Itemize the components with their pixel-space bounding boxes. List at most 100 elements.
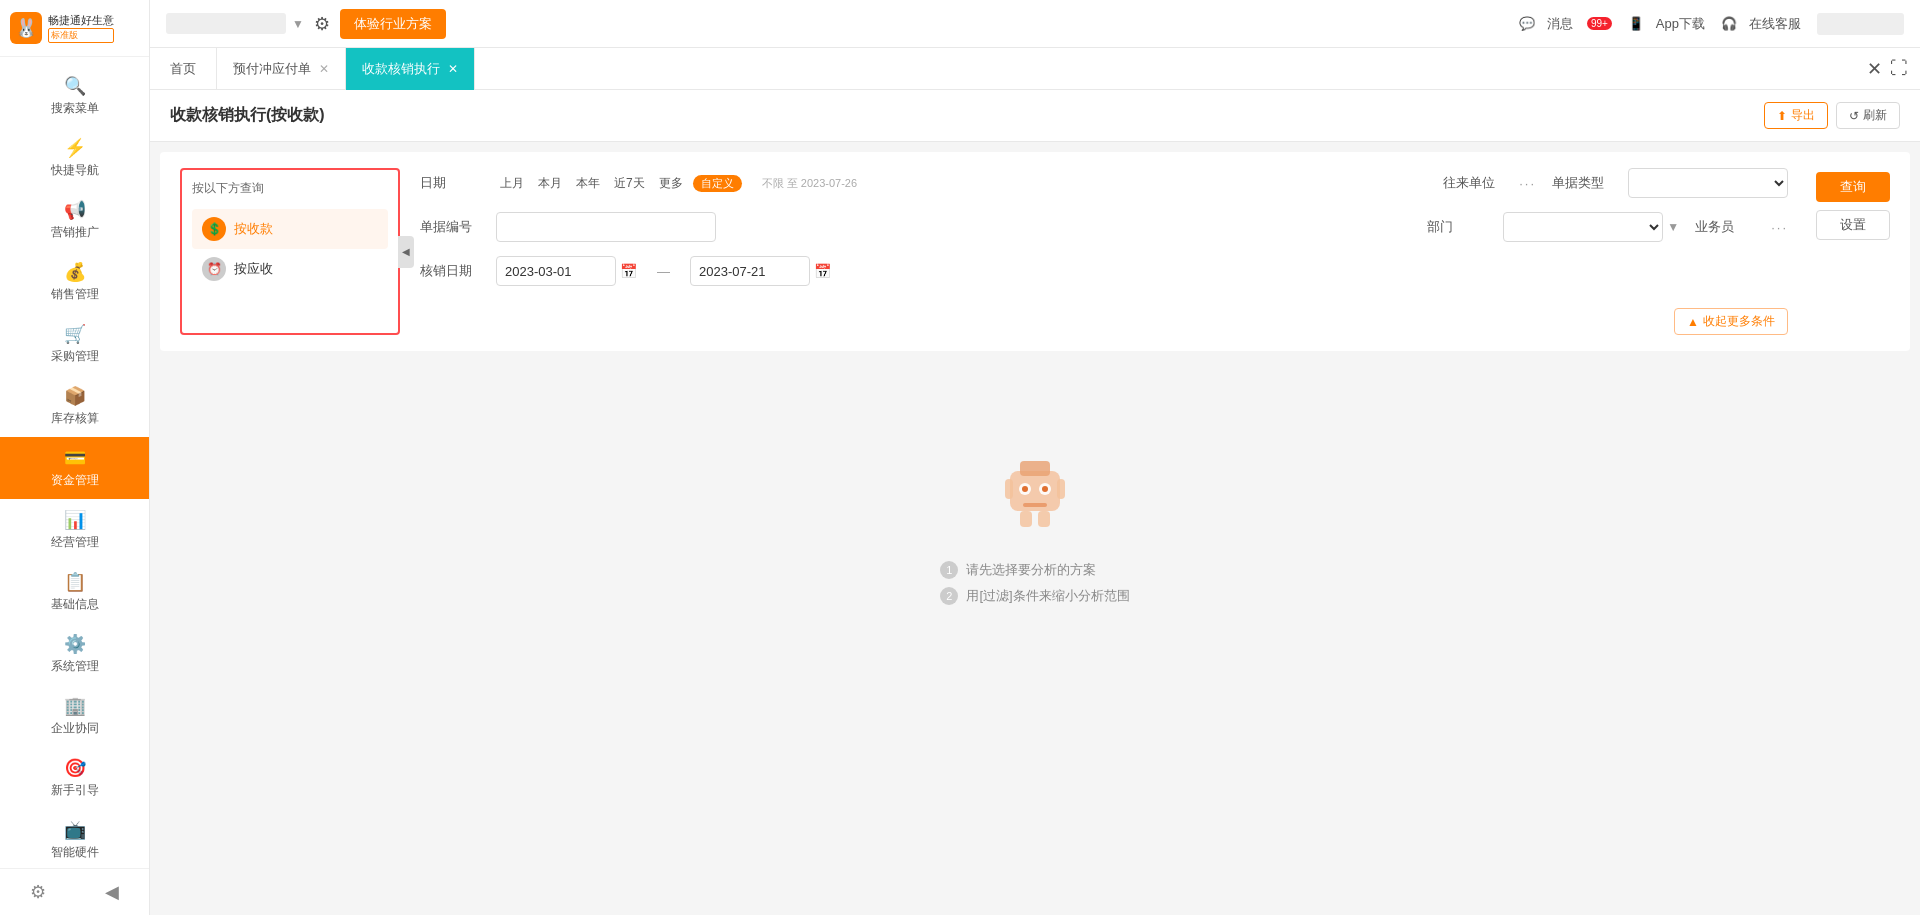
sidebar: 🐰 畅捷通好生意 标准版 🔍 搜索菜单 ⚡ 快捷导航 📢 营销推广 💰 销售管理… [0, 0, 150, 915]
message-area[interactable]: 💬 消息 99+ [1519, 15, 1612, 33]
header-left: ▼ ⚙ 体验行业方案 [166, 9, 446, 39]
sidebar-item-inventory[interactable]: 📦 库存核算 [0, 375, 149, 437]
top-header: ▼ ⚙ 体验行业方案 💬 消息 99+ 📱 App下载 🎧 在线客服 [150, 0, 1920, 48]
export-button[interactable]: ⬆ 导出 [1764, 102, 1828, 129]
app-download-area[interactable]: 📱 App下载 [1628, 15, 1705, 33]
app-icon: 📱 [1628, 16, 1644, 31]
refresh-button[interactable]: ↺ 刷新 [1836, 102, 1900, 129]
industry-solution-btn[interactable]: 体验行业方案 [340, 9, 446, 39]
settings-button[interactable]: 设置 [1816, 210, 1890, 240]
sidebar-logo: 🐰 畅捷通好生意 标准版 [0, 0, 149, 57]
date-hint: 不限 至 2023-07-26 [762, 176, 857, 191]
sidebar-item-label: 营销推广 [51, 224, 99, 241]
refresh-label: 刷新 [1863, 107, 1887, 124]
tab-prepay[interactable]: 预付冲应付单 ✕ [217, 48, 346, 90]
verify-date-end-input[interactable] [690, 256, 810, 286]
dept-label: 部门 [1427, 218, 1487, 236]
page-title-bar: 收款核销执行(按收款) ⬆ 导出 ↺ 刷新 [150, 90, 1920, 142]
logo-text: 畅捷通好生意 [48, 13, 114, 27]
page-body: 收款核销执行(按收款) ⬆ 导出 ↺ 刷新 按以下方查询 💲 按收款 [150, 90, 1920, 915]
main-content: ▼ ⚙ 体验行业方案 💬 消息 99+ 📱 App下载 🎧 在线客服 [150, 0, 1920, 915]
chevron-down-icon[interactable]: ▼ [292, 17, 304, 31]
date-this-year[interactable]: 本年 [572, 173, 604, 194]
sidebar-item-quick-nav[interactable]: ⚡ 快捷导航 [0, 127, 149, 189]
message-icon: 💬 [1519, 16, 1535, 31]
dept-select[interactable] [1503, 212, 1663, 242]
expand-window-btn[interactable]: ⛶ [1890, 58, 1908, 79]
sidebar-collapse-btn[interactable]: ◀ [105, 881, 119, 903]
query-type-by-receivable[interactable]: ⏰ 按应收 [192, 249, 388, 289]
sidebar-menu: 🔍 搜索菜单 ⚡ 快捷导航 📢 营销推广 💰 销售管理 🛒 采购管理 📦 库存核… [0, 57, 149, 868]
company-placeholder[interactable] [166, 13, 286, 34]
doc-type-label: 单据类型 [1552, 174, 1612, 192]
sidebar-item-basic-info[interactable]: 📋 基础信息 [0, 561, 149, 623]
message-badge: 99+ [1587, 17, 1612, 30]
filter-row-3: 核销日期 📅 — 📅 [420, 256, 1788, 286]
query-button[interactable]: 查询 [1816, 172, 1890, 202]
date-last-7-days[interactable]: 近7天 [610, 173, 649, 194]
panel-collapse-btn[interactable]: ◀ [398, 236, 414, 268]
logo-icon: 🐰 [10, 12, 42, 44]
header-gear-icon[interactable]: ⚙ [314, 13, 330, 35]
query-type-by-receipt[interactable]: 💲 按收款 [192, 209, 388, 249]
close-receipts-tab[interactable]: ✕ [448, 62, 458, 76]
empty-state: 1 请先选择要分析的方案 2 用[过滤]条件来缩小分析范围 [160, 361, 1910, 685]
sidebar-item-label: 系统管理 [51, 658, 99, 675]
date-this-month[interactable]: 本月 [534, 173, 566, 194]
doc-number-input[interactable] [496, 212, 716, 242]
sidebar-item-enterprise[interactable]: 🏢 企业协同 [0, 685, 149, 747]
verify-date-start-input[interactable] [496, 256, 616, 286]
management-icon: 📊 [64, 509, 86, 531]
sidebar-item-search[interactable]: 🔍 搜索菜单 [0, 65, 149, 127]
sidebar-item-purchase[interactable]: 🛒 采购管理 [0, 313, 149, 375]
svg-rect-6 [1023, 503, 1047, 507]
sidebar-item-guide[interactable]: 🎯 新手引导 [0, 747, 149, 809]
company-name: ▼ [166, 13, 304, 34]
collapse-more-label: 收起更多条件 [1703, 313, 1775, 330]
sidebar-item-finance[interactable]: 💳 资金管理 [0, 437, 149, 499]
tab-prepay-label: 预付冲应付单 [233, 60, 311, 78]
doc-type-select[interactable] [1628, 168, 1788, 198]
sidebar-item-marketing[interactable]: 📢 营销推广 [0, 189, 149, 251]
sales-icon: 💰 [64, 261, 86, 283]
counterpart-input[interactable]: ··· [1519, 176, 1536, 191]
by-receivable-icon: ⏰ [202, 257, 226, 281]
empty-tip-1: 1 请先选择要分析的方案 [940, 561, 1129, 579]
staff-label: 业务员 [1695, 218, 1755, 236]
sidebar-item-hardware[interactable]: 📺 智能硬件 [0, 809, 149, 868]
date-custom-badge[interactable]: 自定义 [693, 175, 742, 192]
enterprise-icon: 🏢 [64, 695, 86, 717]
collapse-more-btn[interactable]: ▲ 收起更多条件 [1674, 308, 1788, 335]
sidebar-item-sales[interactable]: 💰 销售管理 [0, 251, 149, 313]
verify-date-end-cal-icon[interactable]: 📅 [814, 263, 831, 279]
date-range-dash: — [657, 264, 670, 279]
close-window-btn[interactable]: ✕ [1867, 58, 1882, 80]
sidebar-settings-btn[interactable]: ⚙ [30, 881, 46, 903]
filter-form-area: 日期 上月 本月 本年 近7天 更多 自定义 不限 至 2023-07-26 [420, 168, 1890, 335]
date-more[interactable]: 更多 [655, 173, 687, 194]
verify-date-start-cal-icon[interactable]: 📅 [620, 263, 637, 279]
svg-rect-1 [1020, 461, 1050, 476]
filter-area: 按以下方查询 💲 按收款 ⏰ 按应收 ◀ 日期 [160, 152, 1910, 351]
sidebar-item-system[interactable]: ⚙️ 系统管理 [0, 623, 149, 685]
sidebar-item-label: 基础信息 [51, 596, 99, 613]
sidebar-item-label: 新手引导 [51, 782, 99, 799]
close-prepay-tab[interactable]: ✕ [319, 62, 329, 76]
sidebar-item-label: 搜索菜单 [51, 100, 99, 117]
tab-home[interactable]: 首页 [150, 48, 217, 90]
empty-tip-2: 2 用[过滤]条件来缩小分析范围 [940, 587, 1129, 605]
service-area[interactable]: 🎧 在线客服 [1721, 15, 1801, 33]
tab-receipts-label: 收款核销执行 [362, 60, 440, 78]
tab-receipts[interactable]: 收款核销执行 ✕ [346, 48, 475, 90]
sidebar-item-management[interactable]: 📊 经营管理 [0, 499, 149, 561]
by-receipt-label: 按收款 [234, 220, 273, 238]
verify-date-start-wrap: 📅 [496, 256, 637, 286]
sidebar-bottom: ⚙ ◀ [0, 868, 149, 915]
date-label: 日期 [420, 174, 480, 192]
sidebar-item-label: 销售管理 [51, 286, 99, 303]
service-icon: 🎧 [1721, 16, 1737, 31]
user-info[interactable] [1817, 13, 1904, 35]
staff-input[interactable]: ··· [1771, 220, 1788, 235]
date-last-month[interactable]: 上月 [496, 173, 528, 194]
tip2-num: 2 [940, 587, 958, 605]
